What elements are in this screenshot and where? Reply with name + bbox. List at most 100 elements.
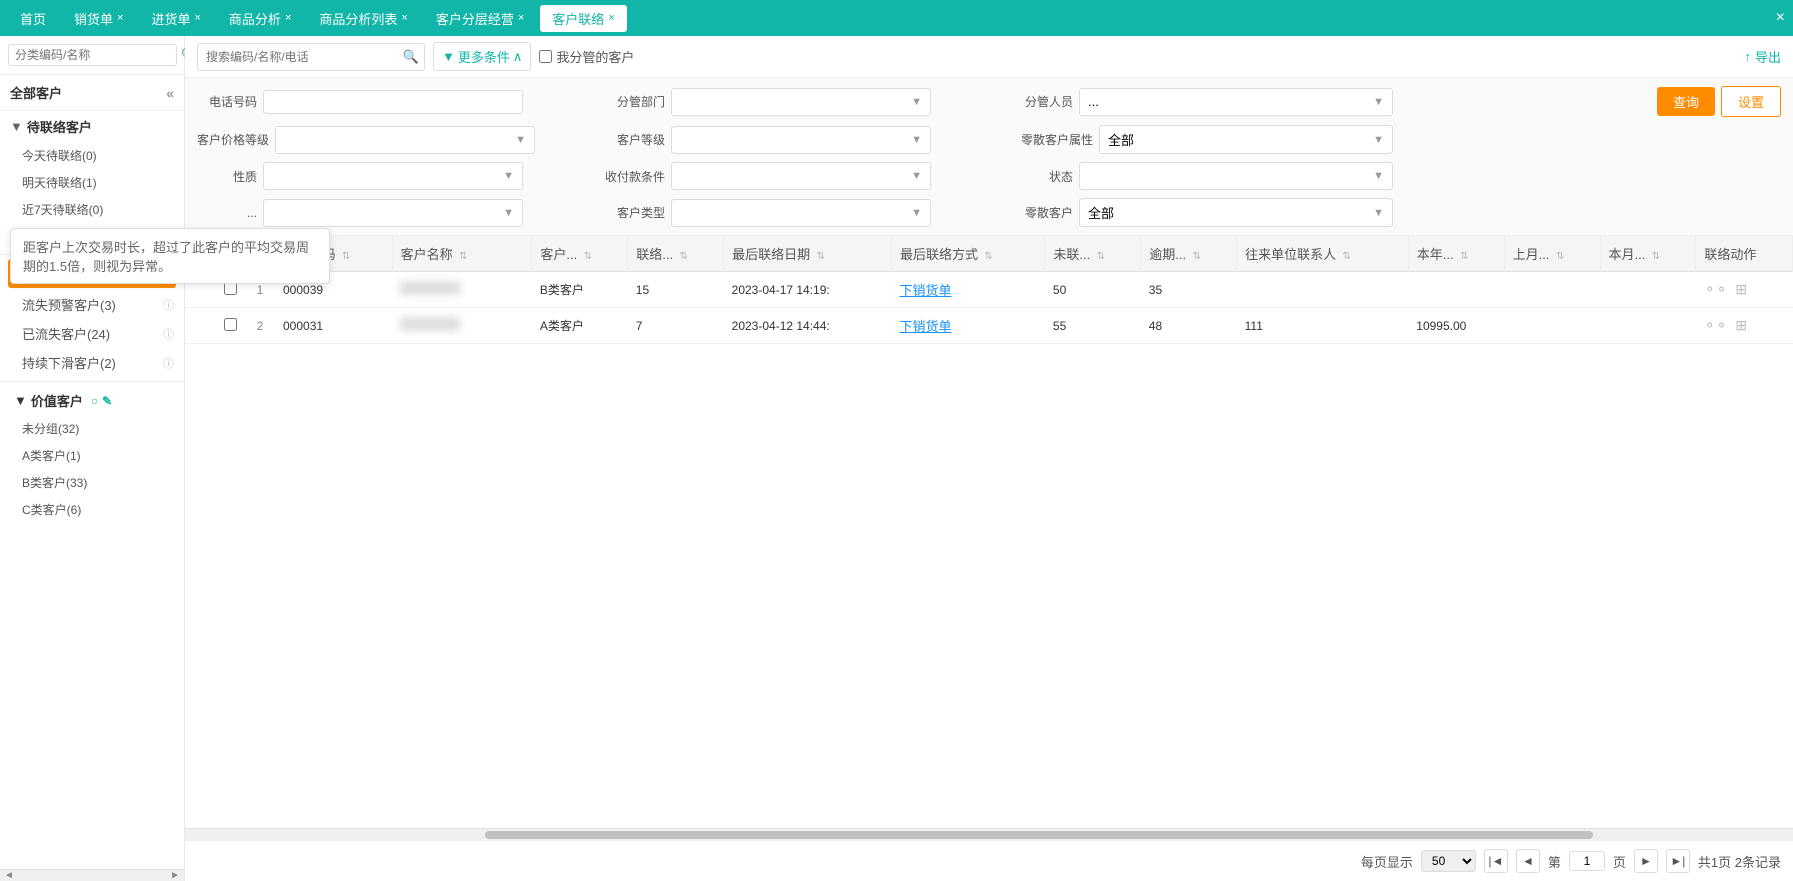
sidebar-collapse-btn[interactable]: « [166, 85, 174, 101]
scrollbar-thumb[interactable] [485, 831, 1593, 839]
my-customer-checkbox[interactable] [539, 50, 552, 63]
current-page-input[interactable] [1569, 851, 1605, 871]
nature-label: 性质 [197, 168, 257, 185]
col-unit-contact[interactable]: 往来单位联系人 ⇅ [1237, 236, 1409, 272]
col-this-month[interactable]: 本月... ⇅ [1600, 236, 1696, 272]
query-btn[interactable]: 查询 [1657, 87, 1715, 116]
row1-last-method[interactable]: 下销货单 [891, 272, 1044, 308]
chevron-up-icon: ∧ [513, 49, 523, 65]
dots-select[interactable]: ▼ [263, 199, 523, 227]
sidebar-item-unclassified[interactable]: 未分组(32) [0, 415, 184, 442]
sort-code-icon: ⇅ [342, 251, 350, 262]
row1-last-month [1504, 272, 1600, 308]
row2-grid-icon[interactable]: ⊞ [1735, 317, 1747, 334]
col-this-year[interactable]: 本年... ⇅ [1408, 236, 1504, 272]
sidebar-item-today[interactable]: 今天待联络(0) [0, 142, 184, 169]
first-page-btn[interactable]: |◄ [1484, 849, 1508, 873]
scatter-customer-select[interactable]: 全部 ▼ [1079, 198, 1393, 227]
sidebar-item-7days[interactable]: 近7天待联络(0) [0, 196, 184, 223]
col-overdue[interactable]: 逾期... ⇅ [1141, 236, 1237, 272]
prev-page-btn[interactable]: ◄ [1516, 849, 1540, 873]
row2-checkbox[interactable] [215, 308, 245, 344]
col-last-date[interactable]: 最后联络日期 ⇅ [724, 236, 892, 272]
my-customer-checkbox-area[interactable]: 我分管的客户 [539, 47, 634, 66]
row1-grid-icon[interactable]: ⊞ [1735, 281, 1747, 298]
sidebar: 🔍 全部客户 « ▼ 待联络客户 今天待联络(0) 明天待联络(1) 近7天待联… [0, 36, 185, 881]
more-filter-btn[interactable]: ▼ 更多条件 ∧ [433, 42, 531, 71]
status-label: 状态 [1013, 168, 1073, 185]
row2-last-date: 2023-04-12 14:44: [724, 308, 892, 344]
sort-year-icon: ⇅ [1460, 251, 1468, 262]
sidebar-item-class-b[interactable]: B类客户(33) [0, 469, 184, 496]
nature-arrow: ▼ [503, 170, 514, 182]
add-value-group-icon[interactable]: ✎ [102, 394, 112, 408]
col-name[interactable]: 客户名称 ⇅ [392, 236, 532, 272]
per-page-select[interactable]: 50 20 100 [1421, 850, 1476, 872]
nav-product-analysis-close[interactable]: × [285, 12, 291, 24]
payment-label: 收付款条件 [605, 168, 665, 185]
status-select[interactable]: ▼ [1079, 162, 1393, 190]
nav-customer-segmentation[interactable]: 客户分层经营 × [424, 5, 536, 32]
nav-sales-close[interactable]: × [117, 12, 123, 24]
row2-select[interactable] [224, 318, 237, 331]
nav-purchase[interactable]: 进货单 × [139, 5, 212, 32]
scatter-attr-select[interactable]: 全部 ▼ [1099, 125, 1393, 154]
manager-select[interactable]: ... ▼ [1079, 88, 1393, 116]
main-search-input[interactable] [198, 46, 398, 68]
nav-product-analysis[interactable]: 商品分析 × [217, 5, 303, 32]
nav-home[interactable]: 首页 [8, 5, 58, 32]
row2-action: ⚬⚬ ⊞ [1696, 308, 1793, 344]
right-content: 🔍 ▼ 更多条件 ∧ 我分管的客户 ↑ 导出 [185, 36, 1793, 881]
scroll-left-arrow[interactable]: ◄ [4, 870, 14, 881]
col-last-month[interactable]: 上月... ⇅ [1504, 236, 1600, 272]
table-row: 2 000031 A类客户 7 2023-04-12 14:44: 下销货单 5… [185, 308, 1793, 344]
customer-grade-select[interactable]: ▼ [671, 126, 931, 154]
row2-last-method[interactable]: 下销货单 [891, 308, 1044, 344]
scatter-customer-arrow: ▼ [1373, 207, 1384, 219]
sidebar-item-class-c[interactable]: C类客户(6) [0, 496, 184, 523]
edit-value-group-icon[interactable]: ○ [91, 394, 98, 408]
customer-type-select[interactable]: ▼ [671, 199, 931, 227]
last-page-btn[interactable]: ►| [1666, 849, 1690, 873]
sidebar-item-churned[interactable]: 已流失客户(24) ⓘ [0, 319, 184, 348]
nav-customer-contact-close[interactable]: × [608, 12, 614, 24]
sidebar-item-tomorrow[interactable]: 明天待联络(1) [0, 169, 184, 196]
row2-type: A类客户 [532, 308, 628, 344]
nav-customer-seg-close[interactable]: × [518, 12, 524, 24]
sidebar-group-value[interactable]: ▼ 价值客户 ○ ✎ [0, 386, 184, 415]
row1-link-icon[interactable]: ⚬⚬ [1704, 281, 1727, 298]
nav-product-analysis-list-close[interactable]: × [401, 12, 407, 24]
group-pending-label: 待联络客户 [27, 117, 92, 136]
nav-product-analysis-list[interactable]: 商品分析列表 × [307, 5, 419, 32]
table-body: 1 000039 B类客户 15 2023-04-17 14:19: 下销货单 … [185, 272, 1793, 344]
sidebar-group-pending[interactable]: ▼ 待联络客户 [0, 111, 184, 142]
top-navigation: 首页 销货单 × 进货单 × 商品分析 × 商品分析列表 × 客户分层经营 × … [0, 0, 1793, 36]
nature-select[interactable]: ▼ [263, 162, 523, 190]
col-uncontacted[interactable]: 未联... ⇅ [1045, 236, 1141, 272]
dept-select[interactable]: ▼ [671, 88, 931, 116]
col-type[interactable]: 客户... ⇅ [532, 236, 628, 272]
horizontal-scrollbar[interactable] [185, 828, 1793, 840]
nav-purchase-close[interactable]: × [194, 12, 200, 24]
filter-field-scatter-attr: 零散客户属性 全部 ▼ [1013, 125, 1393, 154]
col-contact[interactable]: 联络... ⇅ [628, 236, 724, 272]
table-row: 1 000039 B类客户 15 2023-04-17 14:19: 下销货单 … [185, 272, 1793, 308]
close-all-tabs[interactable]: × [1776, 9, 1785, 27]
payment-select[interactable]: ▼ [671, 162, 931, 190]
sidebar-item-declining[interactable]: 持续下滑客户(2) ⓘ [0, 348, 184, 377]
price-grade-select[interactable]: ▼ [275, 126, 535, 154]
sidebar-search-input[interactable] [8, 44, 177, 66]
col-last-method[interactable]: 最后联络方式 ⇅ [891, 236, 1044, 272]
phone-input[interactable] [263, 90, 523, 114]
nav-customer-contact[interactable]: 客户联络 × [540, 5, 626, 32]
next-page-btn[interactable]: ► [1634, 849, 1658, 873]
main-search-btn[interactable]: 🔍 [398, 44, 424, 70]
setting-btn[interactable]: 设置 [1721, 86, 1781, 117]
export-btn[interactable]: ↑ 导出 [1744, 47, 1781, 66]
filter-icon: ▼ [442, 49, 455, 64]
sidebar-item-churn-warning[interactable]: 流失预警客户(3) ⓘ [0, 290, 184, 319]
row2-link-icon[interactable]: ⚬⚬ [1704, 317, 1727, 334]
nav-sales[interactable]: 销货单 × [62, 5, 135, 32]
scroll-right-arrow[interactable]: ► [170, 870, 180, 881]
sidebar-item-class-a[interactable]: A类客户(1) [0, 442, 184, 469]
